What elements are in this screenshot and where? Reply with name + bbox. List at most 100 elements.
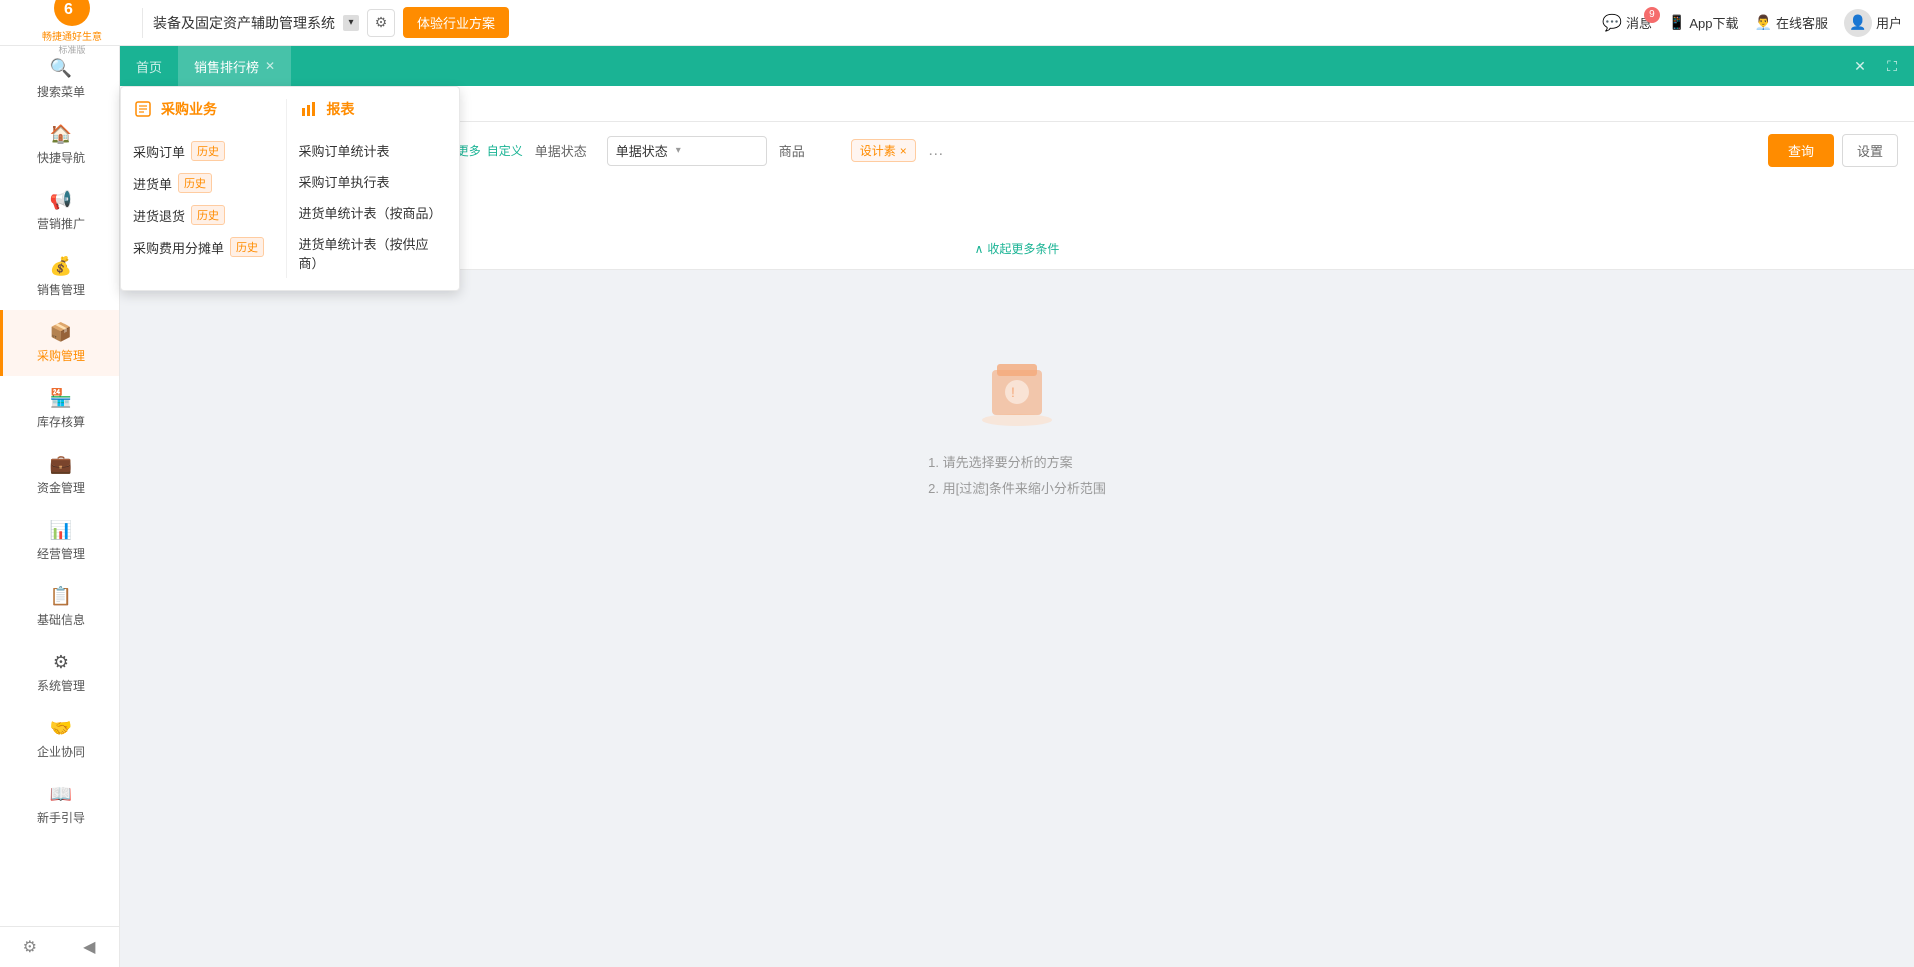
goods-more-dots[interactable]: … — [928, 142, 946, 160]
system-settings-btn[interactable]: ⚙ — [367, 9, 395, 37]
messages-badge: 9 — [1644, 7, 1660, 23]
tab-sales-rank[interactable]: 销售排行榜 ✕ — [178, 46, 291, 86]
shortcut-more[interactable]: 更多 — [457, 142, 481, 159]
sidebar-label-sales: 销售管理 — [37, 281, 85, 298]
sidebar-settings-btn[interactable]: ⚙ — [0, 927, 60, 967]
sales-icon: 💰 — [50, 256, 72, 277]
settings-btn[interactable]: 设置 — [1842, 134, 1898, 167]
dropdown-item-expense[interactable]: 采购费用分摊单 历史 — [133, 231, 282, 263]
sidebar-item-marketing[interactable]: 📢 营销推广 — [0, 178, 119, 244]
purchase-icon: 📦 — [50, 322, 72, 343]
sidebar-item-enterprise[interactable]: 🤝 企业协同 — [0, 706, 119, 772]
goods-tag-text: 设计素 — [860, 142, 896, 159]
system-title-dropdown[interactable]: ▾ — [343, 15, 359, 31]
sidebar-label-operations: 经营管理 — [37, 545, 85, 562]
tab-close-icon[interactable]: ✕ — [265, 59, 275, 73]
sidebar-item-basic-info[interactable]: 📋 基础信息 — [0, 574, 119, 640]
sidebar-item-search[interactable]: 🔍 搜索菜单 — [0, 46, 119, 112]
goods-tag: 设计素 × — [851, 139, 916, 162]
collapse-icon: ∧ — [975, 242, 984, 256]
collapse-btn[interactable]: ∧ 收起更多条件 — [975, 240, 1060, 257]
expense-history: 历史 — [230, 237, 264, 257]
sidebar-collapse-btn[interactable]: ◀ — [60, 927, 120, 967]
dropdown-item-incoming-stat-goods[interactable]: 进货单统计表（按商品） — [299, 197, 448, 228]
top-bar: 6 畅捷通好生意 标准版 装备及固定资产辅助管理系统 ▾ ⚙ 体验行业方案 💬 … — [0, 0, 1914, 46]
system-icon: ⚙ — [53, 652, 69, 673]
messages-btn[interactable]: 💬 消息 9 — [1602, 13, 1652, 33]
goods-tag-close[interactable]: × — [900, 144, 907, 158]
shortcut-custom[interactable]: 自定义 — [487, 142, 523, 159]
tab-expand-icon[interactable]: ⛶ — [1878, 52, 1906, 80]
sidebar-item-system[interactable]: ⚙ 系统管理 — [0, 640, 119, 706]
dropdown-item-incoming[interactable]: 进货单 历史 — [133, 167, 282, 199]
logo-area: 6 畅捷通好生意 标准版 — [12, 0, 132, 56]
home-icon: 🏠 — [50, 124, 72, 145]
sidebar-item-inventory[interactable]: 🏪 库存核算 — [0, 376, 119, 442]
incoming-stat-goods-label: 进货单统计表（按商品） — [299, 203, 442, 222]
sidebar-item-quick-nav[interactable]: 🏠 快捷导航 — [0, 112, 119, 178]
purchase-dropdown-menu: 采购业务 采购订单 历史 进货单 历史 进货退货 历史 采购费用分摊单 历史 报… — [120, 86, 460, 291]
sidebar-item-guide[interactable]: 📖 新手引导 — [0, 772, 119, 838]
sidebar-label-system: 系统管理 — [37, 677, 85, 694]
guide-icon: 📖 — [50, 784, 72, 805]
report-section-header: 报表 — [299, 99, 448, 125]
sidebar-label-enterprise: 企业协同 — [37, 743, 85, 760]
dropdown-item-return[interactable]: 进货退货 历史 — [133, 199, 282, 231]
action-buttons: 查询 设置 — [1768, 134, 1898, 167]
dropdown-item-purchase-order-exec[interactable]: 采购订单执行表 — [299, 166, 448, 197]
return-history: 历史 — [191, 205, 225, 225]
purchase-order-exec-label: 采购订单执行表 — [299, 172, 390, 191]
purchase-header-icon — [133, 99, 153, 119]
doc-status-select[interactable]: 单据状态 ▾ — [607, 136, 767, 166]
empty-tip-2: 用[过滤]条件来缩小分析范围 — [928, 476, 1106, 502]
purchase-order-label: 采购订单 — [133, 142, 185, 161]
logo-icon: 6 — [54, 0, 90, 26]
dropdown-item-purchase-order[interactable]: 采购订单 历史 — [133, 135, 282, 167]
svg-text:6: 6 — [64, 1, 73, 18]
purchase-order-history: 历史 — [191, 141, 225, 161]
inventory-icon: 🏪 — [50, 388, 72, 409]
sidebar-label-quick-nav: 快捷导航 — [37, 149, 85, 166]
incoming-stat-supplier-label: 进货单统计表（按供应商） — [299, 234, 448, 272]
query-btn[interactable]: 查询 — [1768, 134, 1834, 167]
app-download-btn[interactable]: 📱 App下载 — [1668, 13, 1739, 32]
report-header-icon — [299, 99, 319, 119]
sidebar-label-search: 搜索菜单 — [37, 83, 85, 100]
tab-close-all-icon[interactable]: ✕ — [1846, 52, 1874, 80]
sidebar-item-funds[interactable]: 💼 资金管理 — [0, 442, 119, 508]
sidebar-bottom: ⚙ ◀ — [0, 926, 119, 967]
sidebar-item-purchase[interactable]: 📦 采购管理 — [0, 310, 119, 376]
incoming-label: 进货单 — [133, 174, 172, 193]
report-section-title: 报表 — [327, 99, 355, 119]
industry-btn[interactable]: 体验行业方案 — [403, 7, 509, 38]
sidebar-label-inventory: 库存核算 — [37, 413, 85, 430]
purchase-order-stat-label: 采购订单统计表 — [299, 141, 390, 160]
sidebar-label-marketing: 营销推广 — [37, 215, 85, 232]
doc-status-label: 单据状态 — [535, 141, 595, 160]
online-service-btn[interactable]: 👨‍💼 在线客服 — [1755, 13, 1828, 32]
dropdown-item-incoming-stat-supplier[interactable]: 进货单统计表（按供应商） — [299, 228, 448, 278]
return-label: 进货退货 — [133, 206, 185, 225]
system-title-area: 装备及固定资产辅助管理系统 ▾ ⚙ 体验行业方案 — [153, 7, 1602, 38]
basic-info-icon: 📋 — [50, 586, 72, 607]
operations-icon: 📊 — [50, 520, 72, 541]
incoming-history: 历史 — [178, 173, 212, 193]
expense-label: 采购费用分摊单 — [133, 238, 224, 257]
sidebar-item-operations[interactable]: 📊 经营管理 — [0, 508, 119, 574]
tab-sales-rank-label: 销售排行榜 — [194, 57, 259, 76]
top-right: 💬 消息 9 📱 App下载 👨‍💼 在线客服 👤 用户 — [1602, 9, 1902, 37]
system-title-text: 装备及固定资产辅助管理系统 — [153, 13, 335, 33]
sidebar: 🔍 搜索菜单 🏠 快捷导航 📢 营销推广 💰 销售管理 📦 采购管理 🏪 库存核… — [0, 46, 120, 967]
sidebar-item-sales[interactable]: 💰 销售管理 — [0, 244, 119, 310]
purchase-section-header: 采购业务 — [133, 99, 282, 125]
empty-state: ! 请先选择要分析的方案 用[过滤]条件来缩小分析范围 — [120, 270, 1914, 582]
tab-bar-right: ✕ ⛶ — [1846, 52, 1914, 80]
sidebar-label-purchase: 采购管理 — [37, 347, 85, 364]
sidebar-label-basic-info: 基础信息 — [37, 611, 85, 628]
logo-version: 标准版 — [58, 43, 85, 56]
user-btn[interactable]: 👤 用户 — [1844, 9, 1902, 37]
report-section: 报表 采购订单统计表 采购订单执行表 进货单统计表（按商品） 进货单统计表（按供… — [286, 99, 448, 278]
dropdown-item-purchase-order-stat[interactable]: 采购订单统计表 — [299, 135, 448, 166]
purchase-section: 采购业务 采购订单 历史 进货单 历史 进货退货 历史 采购费用分摊单 历史 — [133, 99, 282, 278]
tab-home-label: 首页 — [136, 57, 162, 76]
